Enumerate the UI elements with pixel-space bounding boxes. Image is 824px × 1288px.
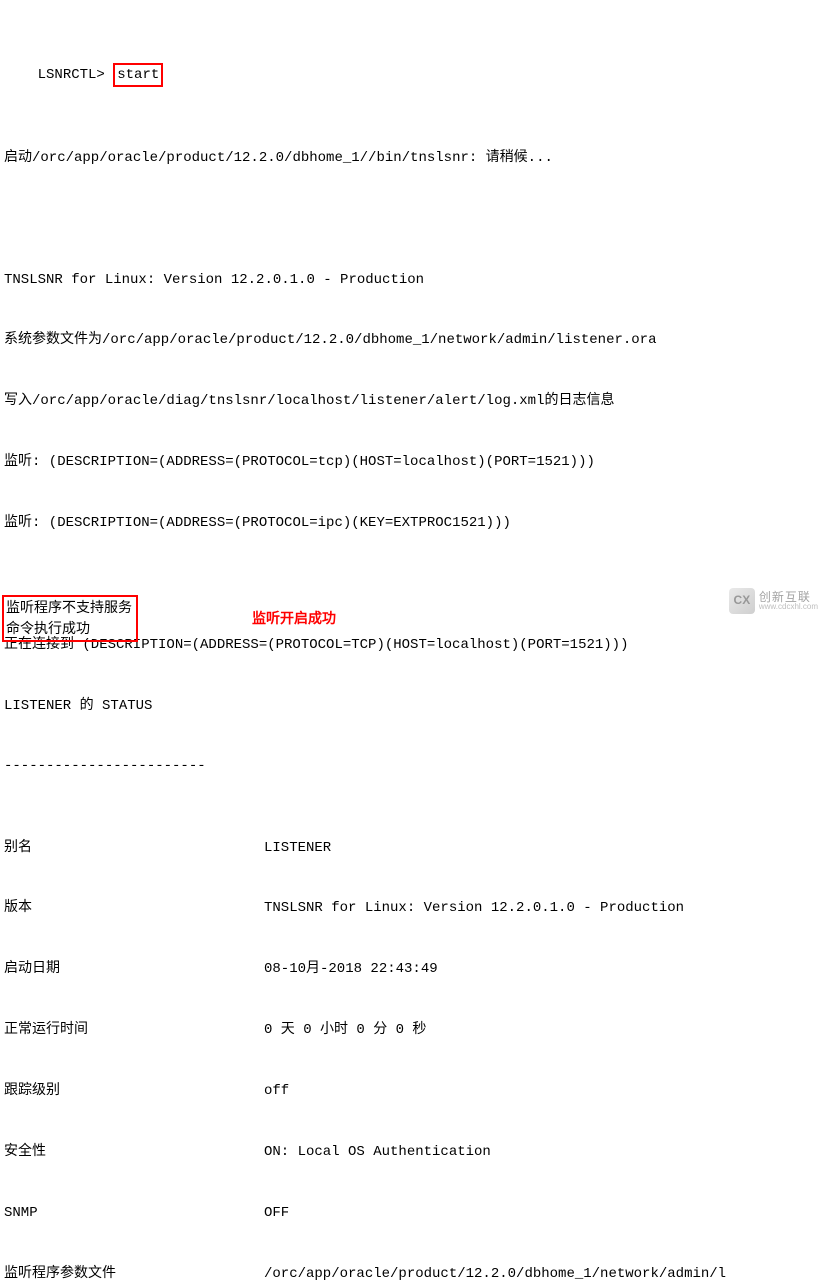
command-highlight: start (113, 63, 163, 87)
kv-row: 跟踪级别off (4, 1081, 820, 1101)
kv-val: TNSLSNR for Linux: Version 12.2.0.1.0 - … (264, 898, 684, 918)
output-log-info: 写入/orc/app/oracle/diag/tnslsnr/localhost… (4, 391, 820, 411)
kv-key: SNMP (4, 1203, 264, 1223)
output-listen2: 监听: (DESCRIPTION=(ADDRESS=(PROTOCOL=ipc)… (4, 513, 820, 533)
kv-key: 跟踪级别 (4, 1081, 264, 1101)
kv-key: 监听程序参数文件 (4, 1264, 264, 1284)
watermark-logo-icon: CX (729, 588, 755, 614)
output-blank (4, 574, 820, 594)
output-line-starting: 启动/orc/app/oracle/product/12.2.0/dbhome_… (4, 148, 820, 168)
kv-key: 正常运行时间 (4, 1020, 264, 1040)
kv-row: 启动日期08-10月-2018 22:43:49 (4, 959, 820, 979)
kv-key: 安全性 (4, 1142, 264, 1162)
footer-highlight: 监听程序不支持服务 命令执行成功 (2, 595, 138, 642)
output-status-header: LISTENER 的 STATUS (4, 696, 820, 716)
footer-line1: 监听程序不支持服务 (6, 601, 132, 617)
output-tns-header: TNSLSNR for Linux: Version 12.2.0.1.0 - … (4, 270, 820, 290)
kv-row: 安全性ON: Local OS Authentication (4, 1142, 820, 1162)
kv-val: ON: Local OS Authentication (264, 1142, 491, 1162)
output-sys-params: 系统参数文件为/orc/app/oracle/product/12.2.0/db… (4, 330, 820, 350)
kv-row: 正常运行时间0 天 0 小时 0 分 0 秒 (4, 1020, 820, 1040)
kv-val: 08-10月-2018 22:43:49 (264, 959, 438, 979)
kv-key: 别名 (4, 838, 264, 858)
kv-val: OFF (264, 1203, 289, 1223)
prompt-prefix: LSNRCTL> (38, 67, 114, 83)
kv-row: 版本TNSLSNR for Linux: Version 12.2.0.1.0 … (4, 898, 820, 918)
output-separator: ------------------------ (4, 756, 820, 776)
command-text: start (117, 67, 159, 83)
kv-row: 别名LISTENER (4, 838, 820, 858)
output-listen1: 监听: (DESCRIPTION=(ADDRESS=(PROTOCOL=tcp)… (4, 452, 820, 472)
kv-val: /orc/app/oracle/product/12.2.0/dbhome_1/… (264, 1264, 726, 1284)
kv-key: 版本 (4, 898, 264, 918)
kv-row: 监听程序参数文件/orc/app/oracle/product/12.2.0/d… (4, 1264, 820, 1284)
terminal-output: LSNRCTL> start 启动/orc/app/oracle/product… (4, 2, 820, 1288)
kv-val: 0 天 0 小时 0 分 0 秒 (264, 1020, 426, 1040)
kv-key: 启动日期 (4, 959, 264, 979)
kv-val: off (264, 1081, 289, 1101)
footer-line2: 命令执行成功 (6, 622, 90, 638)
watermark-text: 创新互联 www.cdcxhl.com (759, 591, 818, 611)
annotation-text: 监听开启成功 (252, 610, 336, 630)
output-blank (4, 209, 820, 229)
kv-row: SNMPOFF (4, 1203, 820, 1223)
watermark-domain: www.cdcxhl.com (759, 603, 818, 611)
watermark: CX 创新互联 www.cdcxhl.com (729, 588, 818, 614)
kv-val: LISTENER (264, 838, 331, 858)
